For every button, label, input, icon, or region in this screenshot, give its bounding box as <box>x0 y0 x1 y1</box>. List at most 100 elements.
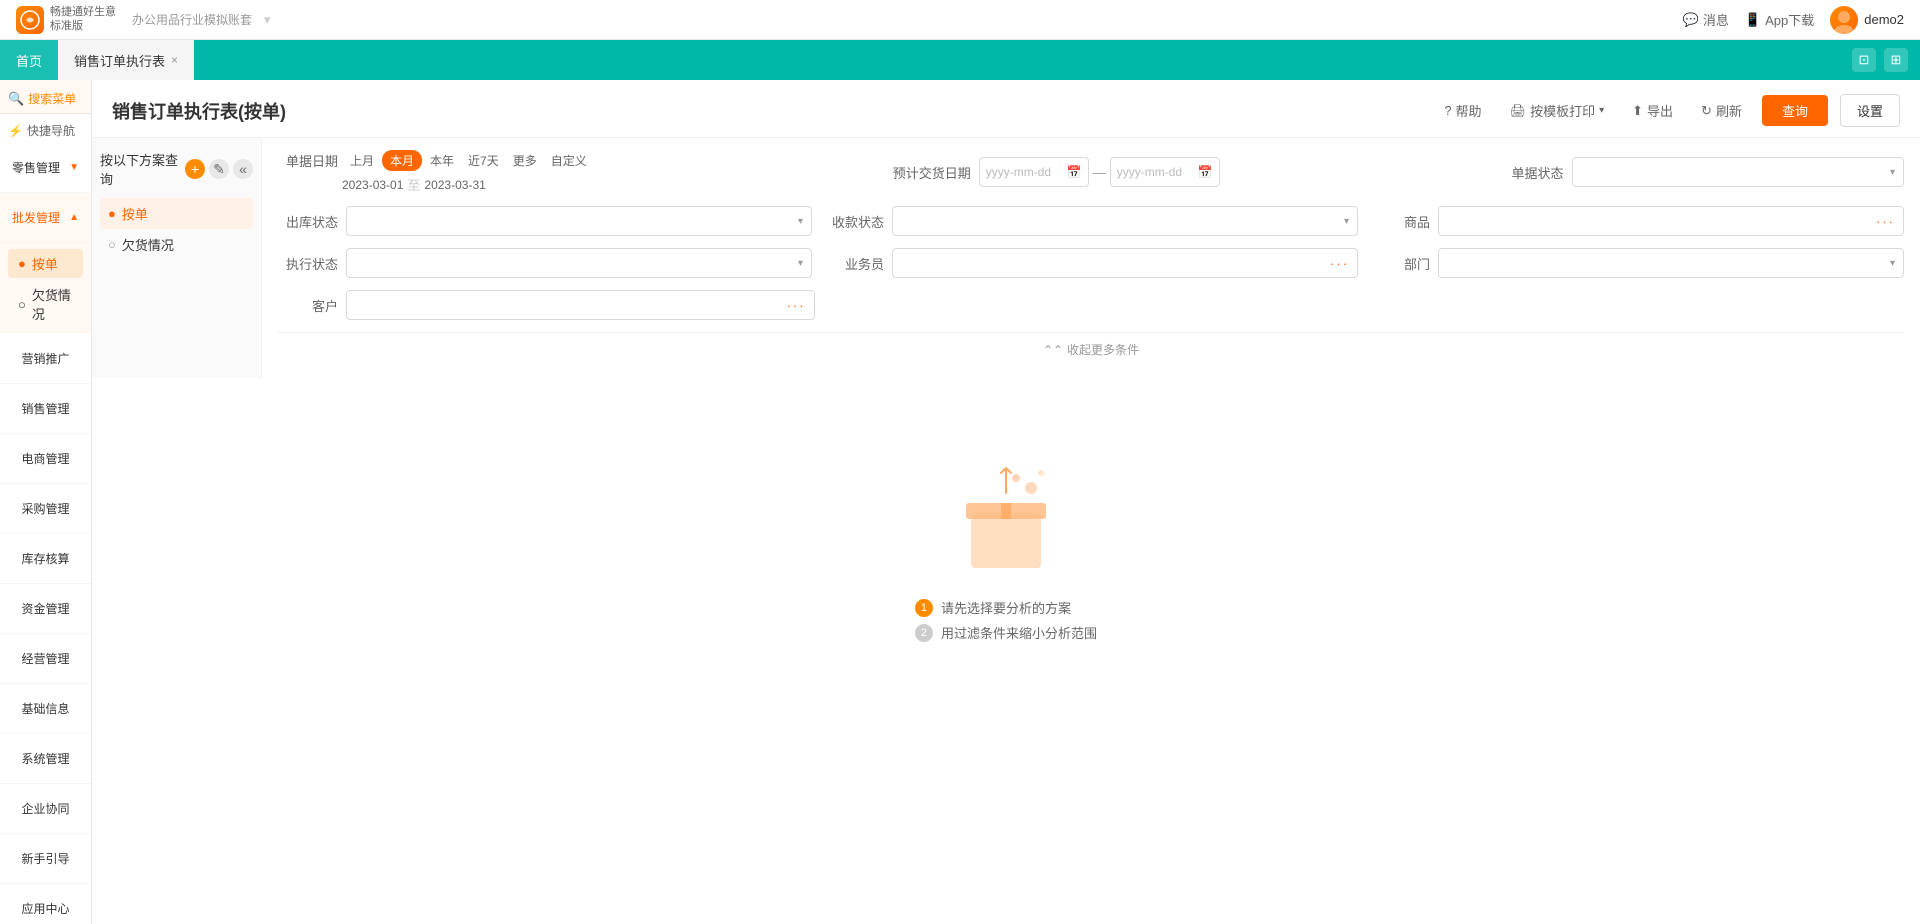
sidebar-item-guide[interactable]: 新手引导 <box>0 834 91 884</box>
department-select[interactable]: ▾ <box>1438 248 1904 278</box>
sub-item-shortage-label: 欠货情况 <box>32 285 73 323</box>
execution-status-select[interactable]: ▾ <box>346 248 812 278</box>
filter-panel: 按以下方案查询 + ✎ « ● 按单 ○ 欠货情况 <box>92 138 1920 378</box>
scheme-actions: + ✎ « <box>185 159 253 179</box>
sidebar-item-corp[interactable]: 企业协同 <box>0 784 91 834</box>
sidebar-item-wholesale[interactable]: 批发管理 ▲ <box>0 193 91 243</box>
customer-select[interactable]: ··· <box>346 290 815 320</box>
empty-illustration <box>946 458 1066 578</box>
query-btn[interactable]: 查询 <box>1762 95 1828 126</box>
help-btn[interactable]: ? 帮助 <box>1436 97 1489 124</box>
sidebar-search[interactable]: 🔍 搜索菜单 <box>0 80 91 114</box>
page-header: 销售订单执行表(按单) ? 帮助 🖨 按模板打印 ▾ ⬆ 导出 <box>92 80 1920 138</box>
product-select[interactable]: ··· <box>1438 206 1904 236</box>
edit-scheme-btn[interactable]: ✎ <box>209 159 229 179</box>
quick-nav-label: 快捷导航 <box>27 122 75 139</box>
sidebar-item-basic-label: 基础信息 <box>21 700 69 717</box>
expected-date-label: 预计交货日期 <box>891 163 971 182</box>
tab-restore-btn[interactable]: ⊡ <box>1852 48 1876 72</box>
template-print-btn[interactable]: 🖨 按模板打印 ▾ <box>1502 97 1613 124</box>
sidebar-item-ecommerce[interactable]: 电商管理 <box>0 434 91 484</box>
add-scheme-btn[interactable]: + <box>185 159 205 179</box>
sidebar-quick-nav[interactable]: ⚡ 快捷导航 <box>0 114 91 143</box>
sidebar-item-wholesale-label: 批发管理 <box>12 209 60 226</box>
status-group: 单据状态 ▾ <box>1504 157 1905 187</box>
date-btn-more[interactable]: 更多 <box>507 150 543 171</box>
sidebar-item-system[interactable]: 系统管理 <box>0 734 91 784</box>
sidebar-item-operation-label: 经营管理 <box>21 650 69 667</box>
sidebar-item-marketing[interactable]: 营销推广 <box>0 334 91 384</box>
collapse-scheme-btn[interactable]: « <box>233 159 253 179</box>
delivery-status-select[interactable]: ▾ <box>346 206 812 236</box>
tab-home[interactable]: 首页 <box>0 40 58 80</box>
sidebar-item-corp-label: 企业协同 <box>21 800 69 817</box>
sidebar-item-retail[interactable]: 零售管理 ▼ <box>0 143 91 193</box>
app-download-btn[interactable]: 📱 App下载 <box>1745 10 1814 29</box>
expected-date-start-input[interactable]: yyyy-mm-dd 📅 <box>979 157 1089 187</box>
sidebar-sub-item-by-order[interactable]: ● 按单 <box>8 249 83 278</box>
customer-more-dots: ··· <box>787 298 806 313</box>
username-label: demo2 <box>1864 12 1904 27</box>
sidebar-item-sales[interactable]: 销售管理 <box>0 384 91 434</box>
help-icon: ? <box>1444 103 1451 118</box>
empty-steps: 1 请先选择要分析的方案 2 用过滤条件来缩小分析范围 <box>915 598 1097 642</box>
expected-date-end-input[interactable]: yyyy-mm-dd 📅 <box>1110 157 1220 187</box>
product-more-dots: ··· <box>1876 214 1895 229</box>
sidebar-item-system-label: 系统管理 <box>21 750 69 767</box>
restore-icon: ⊡ <box>1859 52 1870 68</box>
logo-icon <box>16 6 44 34</box>
sub-item-icon: ● <box>18 256 26 271</box>
refresh-label: 刷新 <box>1716 101 1742 120</box>
sidebar-item-finance-label: 资金管理 <box>21 600 69 617</box>
export-icon: ⬆ <box>1632 103 1643 119</box>
date-btn-this-year[interactable]: 本年 <box>424 150 460 171</box>
step2-label: 用过滤条件来缩小分析范围 <box>941 623 1097 642</box>
date-range-start-value: 2023-03-01 <box>342 178 403 192</box>
date-group: 单据日期 上月 本月 本年 近7天 更多 自定义 <box>278 150 879 194</box>
tab-expand-btn[interactable]: ⊞ <box>1884 48 1908 72</box>
message-btn[interactable]: 💬 消息 <box>1683 10 1729 29</box>
sidebar-item-apps[interactable]: 应用中心 <box>0 884 91 924</box>
date-btn-last7[interactable]: 近7天 <box>462 150 505 171</box>
date-quick-btns: 上月 本月 本年 近7天 更多 自定义 <box>344 150 593 171</box>
nav-tabs-bar: 首页 销售订单执行表 × ⊡ ⊞ <box>0 40 1920 80</box>
export-label: 导出 <box>1647 101 1673 120</box>
logo-area[interactable]: 畅捷通好生意 标准版 <box>16 6 116 34</box>
step2-num: 2 <box>915 624 933 642</box>
date-btn-this-month[interactable]: 本月 <box>382 150 422 171</box>
payment-status-select[interactable]: ▾ <box>892 206 1358 236</box>
sidebar-item-basic[interactable]: 基础信息 <box>0 684 91 734</box>
scheme-shortage[interactable]: ○ 欠货情况 <box>100 229 253 260</box>
execution-arrow: ▾ <box>798 258 803 269</box>
status-select[interactable]: ▾ <box>1572 157 1905 187</box>
department-group: 部门 ▾ <box>1370 248 1904 278</box>
settings-btn[interactable]: 设置 <box>1840 94 1900 127</box>
sidebar-sub-item-shortage[interactable]: ○ 欠货情况 <box>8 280 83 328</box>
empty-step-2: 2 用过滤条件来缩小分析范围 <box>915 623 1097 642</box>
scheme-by-order-label: 按单 <box>122 204 148 223</box>
app-download-icon: 📱 <box>1745 12 1761 28</box>
customer-label: 客户 <box>278 296 338 315</box>
scheme-by-order[interactable]: ● 按单 <box>100 198 253 229</box>
tab-sales-order[interactable]: 销售订单执行表 × <box>58 40 194 80</box>
tab-close-btn[interactable]: × <box>171 54 178 66</box>
sidebar-item-purchase[interactable]: 采购管理 <box>0 484 91 534</box>
expected-end-placeholder: yyyy-mm-dd <box>1117 165 1194 179</box>
department-label: 部门 <box>1370 254 1430 273</box>
date-btn-custom[interactable]: 自定义 <box>545 150 593 171</box>
collapse-filter-btn[interactable]: ⌃⌃ 收起更多条件 <box>278 332 1904 366</box>
message-label: 消息 <box>1703 10 1729 29</box>
logo-text: 畅捷通好生意 标准版 <box>50 6 116 32</box>
sidebar-item-operation[interactable]: 经营管理 <box>0 634 91 684</box>
export-btn[interactable]: ⬆ 导出 <box>1624 97 1681 124</box>
content-area: 销售订单执行表(按单) ? 帮助 🖨 按模板打印 ▾ ⬆ 导出 <box>92 80 1920 924</box>
sidebar-item-finance[interactable]: 资金管理 <box>0 584 91 634</box>
date-btn-last-month[interactable]: 上月 <box>344 150 380 171</box>
sidebar-retail-arrow: ▼ <box>69 162 79 173</box>
expected-date-group: 预计交货日期 yyyy-mm-dd 📅 — yyyy-mm-dd 📅 <box>891 157 1492 187</box>
refresh-btn[interactable]: ↻ 刷新 <box>1693 97 1750 124</box>
sidebar-item-inventory[interactable]: 库存核算 <box>0 534 91 584</box>
user-area[interactable]: demo2 <box>1830 6 1904 34</box>
salesperson-select[interactable]: ··· <box>892 248 1358 278</box>
calendar-end-icon: 📅 <box>1198 165 1213 179</box>
